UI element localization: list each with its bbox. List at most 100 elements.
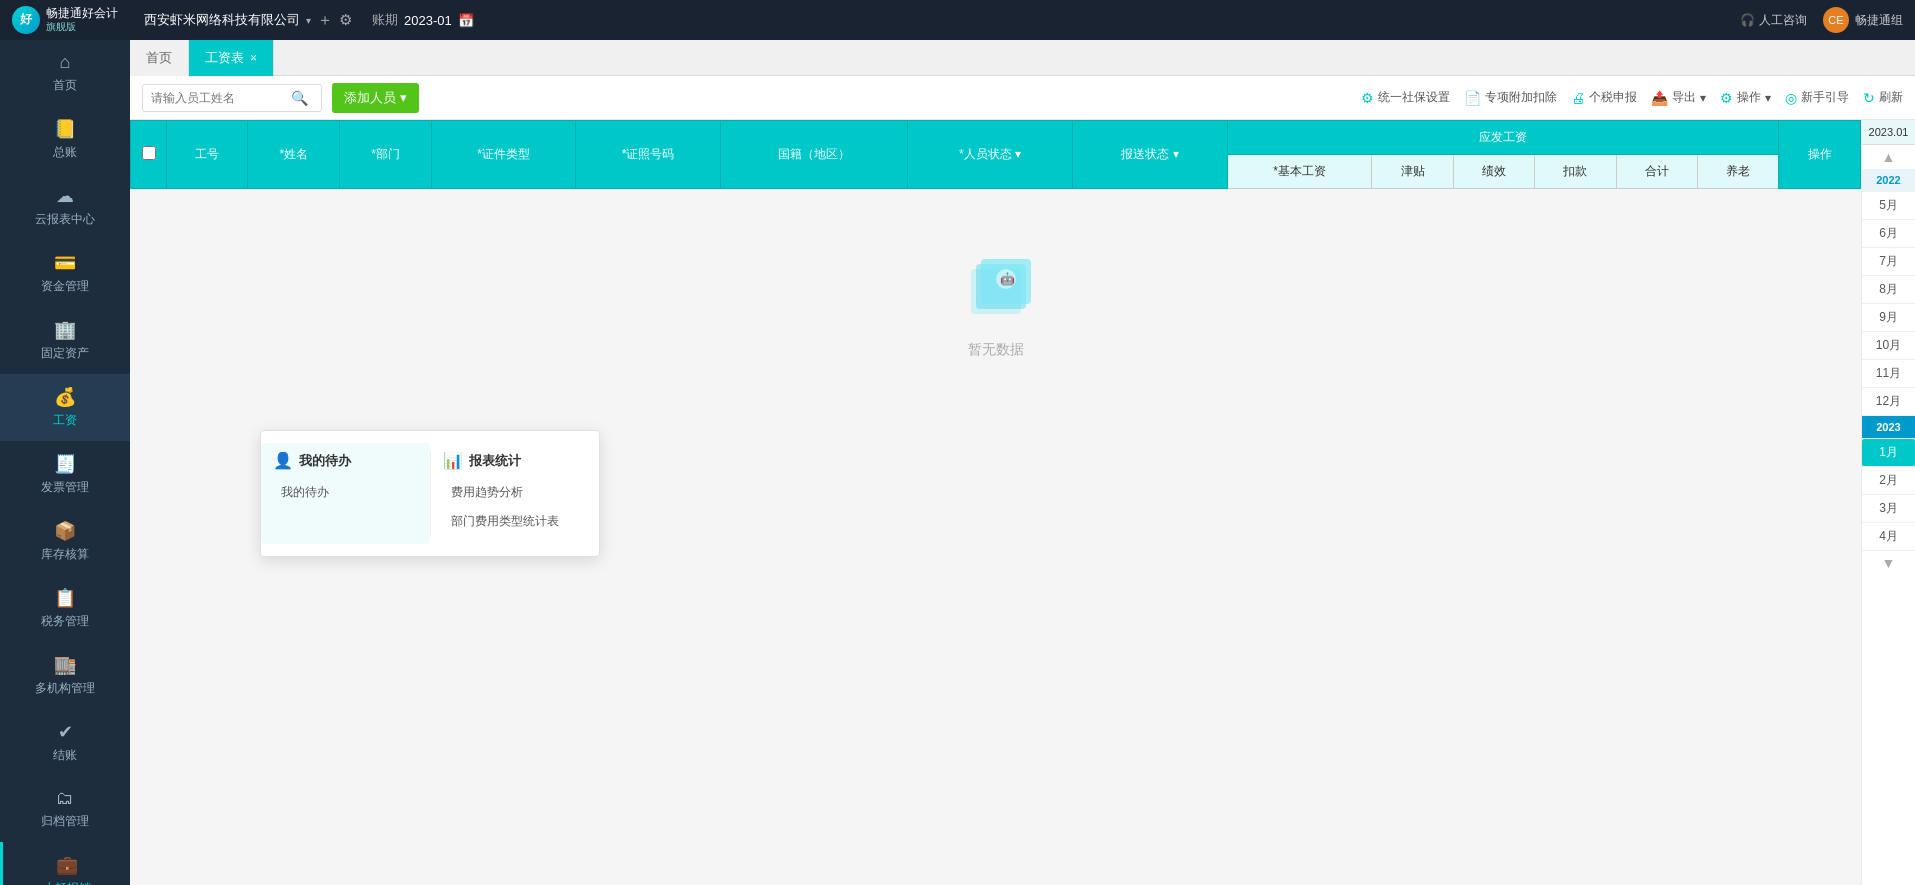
tax-report-icon: 🖨 <box>1571 90 1585 106</box>
sidebar-item-tax[interactable]: 📋 税务管理 <box>0 575 130 642</box>
popup-col-report-label: 报表统计 <box>469 452 521 470</box>
month-2022-10[interactable]: 10月 <box>1862 332 1915 360</box>
tax-label: 个税申报 <box>1589 89 1637 106</box>
sidebar-label-multi: 多机构管理 <box>35 680 95 697</box>
sidebar-item-invoice[interactable]: 🧾 发票管理 <box>0 441 130 508</box>
sidebar: ⌂ 首页 📒 总账 ☁ 云报表中心 💳 资金管理 🏢 固定资产 💰 工资 🧾 发… <box>0 40 130 885</box>
company-area[interactable]: 西安虾米网络科技有限公司 ▾ ＋ ⚙ <box>144 10 352 31</box>
period-calendar-icon[interactable]: 📅 <box>458 13 474 28</box>
export-btn[interactable]: 📤 导出 ▾ <box>1651 89 1706 106</box>
th-perf: 绩效 <box>1453 155 1534 189</box>
th-status[interactable]: *人员状态 ▾ <box>907 121 1072 189</box>
consult-btn[interactable]: 🎧 人工咨询 <box>1740 12 1807 29</box>
month-2023-01[interactable]: 1月 <box>1862 439 1915 467</box>
tab-bar: 首页 工资表 × <box>130 40 1915 76</box>
funds-icon: 💳 <box>54 252 76 274</box>
tab-salary-label: 工资表 <box>205 49 244 67</box>
sidebar-label-ledger: 总账 <box>53 144 77 161</box>
select-all-checkbox[interactable] <box>142 146 156 160</box>
sidebar-item-settle[interactable]: ✔ 结账 <box>0 709 130 776</box>
social-btn[interactable]: ⚙ 统一社保设置 <box>1361 89 1450 106</box>
month-2022-11[interactable]: 11月 <box>1862 360 1915 388</box>
operate-label: 操作 <box>1737 89 1761 106</box>
sidebar-item-assets[interactable]: 🏢 固定资产 <box>0 307 130 374</box>
user-area[interactable]: CE 畅捷通组 <box>1823 7 1903 33</box>
tab-home[interactable]: 首页 <box>130 40 189 76</box>
operate-icon: ⚙ <box>1720 90 1733 106</box>
period-value: 2023-01 <box>404 13 452 28</box>
sidebar-label-home: 首页 <box>53 77 77 94</box>
popup-menu: 👤 我的待办 我的待办 📊 报表统计 费用趋势分析 部门费用类型统计表 <box>260 430 600 557</box>
period-label: 账期 <box>372 11 398 29</box>
month-2022-07[interactable]: 7月 <box>1862 248 1915 276</box>
month-2022-06[interactable]: 6月 <box>1862 220 1915 248</box>
sidebar-item-archive[interactable]: 🗂 归档管理 <box>0 776 130 842</box>
month-2023-03[interactable]: 3月 <box>1862 495 1915 523</box>
popup-item-dept[interactable]: 部门费用类型统计表 <box>443 507 588 536</box>
sidebar-item-funds[interactable]: 💳 资金管理 <box>0 240 130 307</box>
sidebar-label-xiaochang: 小畅报销 <box>43 880 91 885</box>
period-area[interactable]: 账期 2023-01 📅 <box>372 11 474 29</box>
th-checkbox[interactable] <box>131 121 167 189</box>
th-send-status[interactable]: 报送状态 ▾ <box>1073 121 1228 189</box>
xiaochang-icon: 💼 <box>56 854 78 876</box>
svg-text:🤖: 🤖 <box>1000 271 1015 286</box>
social-icon: ⚙ <box>1361 90 1374 106</box>
th-idtype: *证件类型 <box>431 121 576 189</box>
operate-btn[interactable]: ⚙ 操作 ▾ <box>1720 89 1771 106</box>
toolbar: 🔍 添加人员 ▾ ⚙ 统一社保设置 📄 专项附加扣除 🖨 个税申报 <box>130 76 1915 120</box>
empty-text: 暂无数据 <box>968 341 1024 359</box>
sidebar-label-settle: 结账 <box>53 747 77 764</box>
sidebar-item-cloud[interactable]: ☁ 云报表中心 <box>0 173 130 240</box>
logo-sub: 旗舰版 <box>46 20 118 34</box>
month-panel-header: 2023.01 <box>1862 120 1915 145</box>
deduction-btn[interactable]: 📄 专项附加扣除 <box>1464 89 1557 106</box>
month-2023-04[interactable]: 4月 <box>1862 523 1915 551</box>
month-2022-09[interactable]: 9月 <box>1862 304 1915 332</box>
sidebar-item-inventory[interactable]: 📦 库存核算 <box>0 508 130 575</box>
sidebar-label-assets: 固定资产 <box>41 345 89 362</box>
month-nav-down[interactable]: ▼ <box>1862 551 1915 575</box>
month-2023-02[interactable]: 2月 <box>1862 467 1915 495</box>
tab-salary[interactable]: 工资表 × <box>189 40 274 76</box>
top-bar-actions: 🎧 人工咨询 CE 畅捷通组 <box>1740 7 1903 33</box>
sidebar-item-xiaochang[interactable]: 💼 小畅报销 ◀ <box>0 842 130 885</box>
sidebar-item-ledger[interactable]: 📒 总账 <box>0 106 130 173</box>
th-name: *姓名 <box>248 121 340 189</box>
month-2022-12[interactable]: 12月 <box>1862 388 1915 416</box>
company-settings-icon[interactable]: ⚙ <box>339 11 352 29</box>
th-idno: *证照号码 <box>576 121 721 189</box>
assets-icon: 🏢 <box>54 319 76 341</box>
salary-icon: 💰 <box>54 386 76 408</box>
add-person-dropdown-icon: ▾ <box>400 90 407 105</box>
tax-btn[interactable]: 🖨 个税申报 <box>1571 89 1637 106</box>
add-company-btn[interactable]: ＋ <box>317 10 333 31</box>
sidebar-item-multi[interactable]: 🏬 多机构管理 <box>0 642 130 709</box>
report-icon: 📊 <box>443 451 463 470</box>
company-name: 西安虾米网络科技有限公司 <box>144 11 300 29</box>
popup-col-todo-title: 👤 我的待办 <box>273 451 418 470</box>
search-wrap[interactable]: 🔍 <box>142 84 322 112</box>
month-nav-down-btn[interactable]: ▼ <box>1879 555 1899 571</box>
sidebar-label-invoice: 发票管理 <box>41 479 89 496</box>
popup-cols: 👤 我的待办 我的待办 📊 报表统计 费用趋势分析 部门费用类型统计表 <box>261 443 599 544</box>
add-person-btn[interactable]: 添加人员 ▾ <box>332 83 419 113</box>
month-2022-05[interactable]: 5月 <box>1862 192 1915 220</box>
sidebar-label-cloud: 云报表中心 <box>35 211 95 228</box>
popup-item-trend[interactable]: 费用趋势分析 <box>443 478 588 507</box>
company-dropdown-icon[interactable]: ▾ <box>306 15 311 26</box>
sidebar-label-archive: 归档管理 <box>41 813 89 830</box>
tab-salary-close[interactable]: × <box>250 51 257 65</box>
refresh-btn[interactable]: ↻ 刷新 <box>1863 89 1903 106</box>
month-nav-up-btn[interactable]: ▲ <box>1879 149 1899 165</box>
popup-item-mytodo[interactable]: 我的待办 <box>273 478 418 507</box>
tab-home-label: 首页 <box>146 49 172 67</box>
month-2022-08[interactable]: 8月 <box>1862 276 1915 304</box>
search-input[interactable] <box>151 91 291 105</box>
popup-col-report: 📊 报表统计 费用趋势分析 部门费用类型统计表 <box>431 443 600 544</box>
popup-col-report-title: 📊 报表统计 <box>443 451 588 470</box>
sidebar-item-salary[interactable]: 💰 工资 <box>0 374 130 441</box>
guide-btn[interactable]: ◎ 新手引导 <box>1785 89 1849 106</box>
sidebar-item-home[interactable]: ⌂ 首页 <box>0 40 130 106</box>
month-nav-up[interactable]: ▲ <box>1862 145 1915 169</box>
